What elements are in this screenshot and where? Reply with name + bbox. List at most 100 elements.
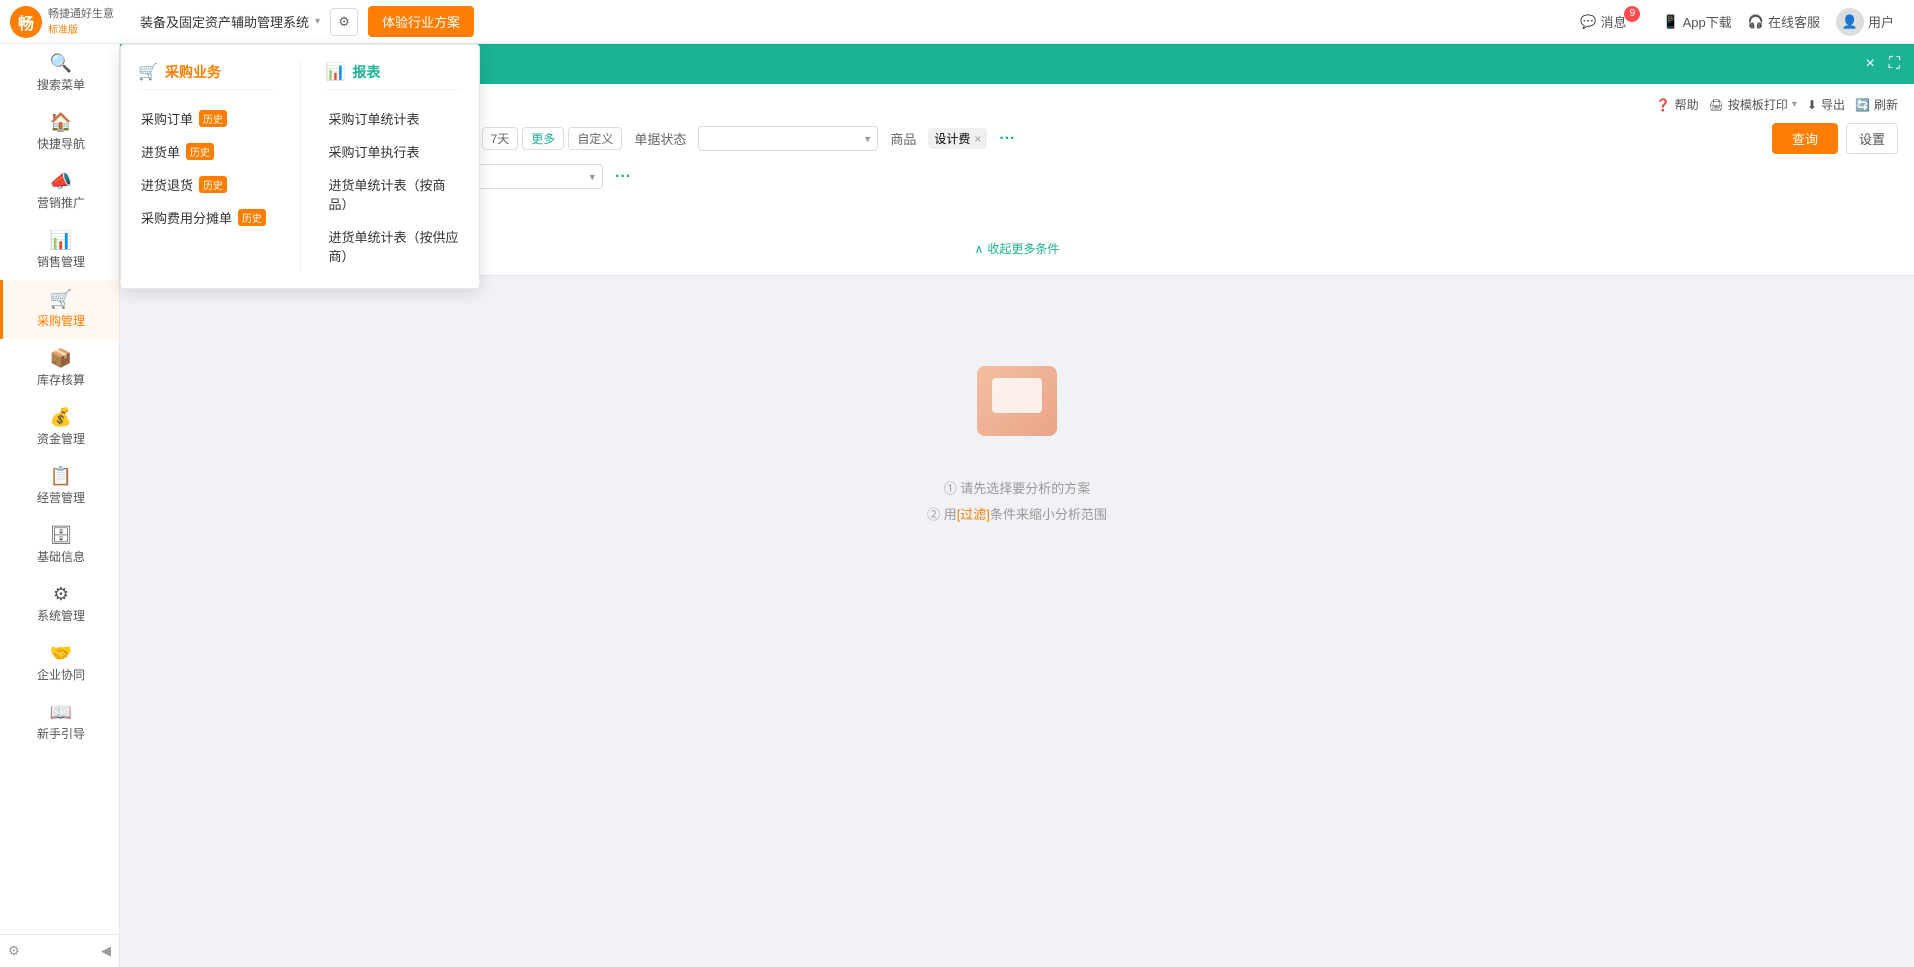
sidebar-item-label-finance: 资金管理 — [37, 430, 85, 447]
report-col-icon: 📊 — [325, 61, 347, 83]
logo-badge: 标准版 — [48, 21, 114, 36]
empty-tip1: ① 请先选择要分析的方案 — [944, 476, 1091, 502]
sidebar-item-label-home: 快捷导航 — [37, 135, 85, 152]
sidebar-bottom: ⚙ ◀ — [0, 934, 119, 967]
system-title-text: 装备及固定资产辅助管理系统 — [140, 12, 309, 31]
report-receipt-goods-label: 进货单统计表（按商品） — [329, 175, 460, 213]
purchase-business-column: 🛒 采购业务 采购订单 历史 进货单 历史 进货退货 历史 采购费用分摊单 历史 — [137, 61, 276, 272]
sidebar-item-label-search: 搜索菜单 — [37, 76, 85, 93]
sidebar-settings-icon[interactable]: ⚙ — [8, 943, 20, 959]
dropdown-item-purchase-return[interactable]: 进货退货 历史 — [137, 168, 276, 201]
empty-icon-screen — [992, 378, 1042, 413]
refresh-button[interactable]: 🔄 刷新 — [1855, 96, 1898, 113]
sidebar-collapse-icon[interactable]: ◀ — [101, 943, 111, 959]
sidebar-item-label-basic: 基础信息 — [37, 548, 85, 565]
date-custom-button[interactable]: 自定义 — [568, 127, 622, 150]
print-label: 按模板打印 — [1728, 96, 1788, 113]
report-col-title: 报表 — [353, 62, 381, 82]
filter-setting-button[interactable]: 设置 — [1846, 123, 1898, 154]
mobile-icon: 📱 — [1662, 14, 1678, 30]
system-title-arrow[interactable]: ▾ — [315, 16, 320, 27]
sidebar-item-label-inventory: 库存核算 — [37, 371, 85, 388]
sidebar-item-marketing[interactable]: 📣 营销推广 — [0, 162, 119, 221]
tab-maximize-button[interactable]: ⛶ — [1885, 51, 1904, 77]
dropdown-item-purchase-order[interactable]: 采购订单 历史 — [137, 102, 276, 135]
dropdown-item-report-receipt-goods[interactable]: 进货单统计表（按商品） — [325, 168, 464, 220]
search-icon: 🔍 — [50, 54, 72, 72]
guide-icon: 📖 — [50, 703, 72, 721]
purchase-return-label: 进货退货 — [141, 175, 193, 194]
dropdown-item-purchase-expense[interactable]: 采购费用分摊单 历史 — [137, 201, 276, 234]
purchase-expense-history-tag: 历史 — [238, 209, 266, 226]
salesperson-picker-button[interactable]: ··· — [615, 168, 631, 186]
app-download-button[interactable]: 📱 App下载 — [1662, 12, 1731, 31]
sidebar-item-inventory[interactable]: 📦 库存核算 — [0, 339, 119, 398]
empty-icon — [967, 356, 1067, 456]
headset-icon: 🎧 — [1748, 14, 1764, 30]
tab-close-button[interactable]: × — [1861, 51, 1878, 77]
sidebar-item-operations[interactable]: 📋 经营管理 — [0, 457, 119, 516]
header-right: 💬 消息 9 📱 App下载 🎧 在线客服 👤 用户 — [1580, 8, 1904, 36]
query-actions: 查询 设置 — [1772, 123, 1898, 154]
dropdown-columns: 🛒 采购业务 采购订单 历史 进货单 历史 进货退货 历史 采购费用分摊单 历史 — [137, 61, 463, 272]
report-col-header: 📊 报表 — [325, 61, 464, 90]
sidebar-item-label-marketing: 营销推广 — [37, 194, 85, 211]
inventory-icon: 📦 — [50, 349, 72, 367]
dropdown-divider — [300, 61, 301, 272]
industry-button[interactable]: 体验行业方案 — [368, 6, 474, 37]
refresh-label: 刷新 — [1874, 96, 1898, 113]
marketing-icon: 📣 — [50, 172, 72, 190]
settings-button[interactable]: ⚙ — [330, 8, 358, 36]
export-icon: ⬇ — [1807, 98, 1817, 112]
sidebar-item-purchase[interactable]: 🛒 采购管理 — [0, 280, 119, 339]
sidebar-item-system[interactable]: ⚙ 系统管理 — [0, 575, 119, 634]
avatar: 👤 — [1836, 8, 1864, 36]
sidebar-item-finance[interactable]: 💰 资金管理 — [0, 398, 119, 457]
export-button[interactable]: ⬇ 导出 — [1807, 96, 1845, 113]
tab-bar-actions: × ⛶ — [1861, 51, 1914, 77]
sidebar-item-search[interactable]: 🔍 搜索菜单 — [0, 44, 119, 103]
print-button[interactable]: 🖨 按模板打印 ▾ — [1709, 96, 1797, 113]
system-title: 装备及固定资产辅助管理系统 ▾ — [140, 12, 320, 31]
sidebar-item-label-sales: 销售管理 — [37, 253, 85, 270]
date-7days-button[interactable]: 7天 — [482, 127, 519, 150]
print-arrow: ▾ — [1792, 99, 1797, 110]
dropdown-item-report-receipt-supplier[interactable]: 进货单统计表（按供应商） — [325, 220, 464, 272]
collapse-arrow-icon: ∧ — [975, 242, 984, 256]
header-center: 装备及固定资产辅助管理系统 ▾ ⚙ 体验行业方案 — [130, 6, 1580, 37]
dropdown-item-purchase-receipt[interactable]: 进货单 历史 — [137, 135, 276, 168]
message-label: 消息 — [1600, 12, 1626, 31]
sidebar-item-sales[interactable]: 📊 销售管理 — [0, 221, 119, 280]
online-service-button[interactable]: 🎧 在线客服 — [1748, 12, 1820, 31]
user-button[interactable]: 👤 用户 — [1836, 8, 1894, 36]
sidebar-item-label-purchase: 采购管理 — [37, 312, 85, 329]
sidebar-item-collab[interactable]: 🤝 企业协同 — [0, 634, 119, 693]
dropdown-item-report-order-exec[interactable]: 采购订单执行表 — [325, 135, 464, 168]
doc-status-select[interactable] — [698, 126, 878, 151]
help-icon: ❓ — [1656, 98, 1671, 112]
message-badge: 9 — [1624, 6, 1640, 22]
sidebar-item-guide[interactable]: 📖 新手引导 — [0, 693, 119, 752]
sales-icon: 📊 — [50, 231, 72, 249]
goods-tag: 设计费 × — [928, 128, 987, 149]
sidebar-item-label-collab: 企业协同 — [37, 666, 85, 683]
empty-tip2: ② 用[过滤]条件来缩小分析范围 — [927, 502, 1107, 528]
sidebar: 🔍 搜索菜单 🏠 快捷导航 📣 营销推广 📊 销售管理 🛒 采购管理 📦 库存核… — [0, 44, 120, 967]
goods-label: 商品 — [890, 129, 916, 148]
doc-status-select-wrap — [698, 126, 878, 151]
help-button[interactable]: ❓ 帮助 — [1656, 96, 1699, 113]
export-label: 导出 — [1821, 96, 1845, 113]
dropdown-item-report-order-stat[interactable]: 采购订单统计表 — [325, 102, 464, 135]
print-icon: 🖨 — [1709, 98, 1724, 112]
goods-picker-button[interactable]: ··· — [999, 130, 1015, 148]
query-button[interactable]: 查询 — [1772, 123, 1838, 154]
goods-tag-close[interactable]: × — [974, 132, 981, 146]
date-more-button[interactable]: 更多 — [522, 127, 564, 150]
logo-title: 畅捷通好生意 — [48, 7, 114, 21]
sidebar-item-basic[interactable]: 🗄 基础信息 — [0, 516, 119, 575]
collab-icon: 🤝 — [50, 644, 72, 662]
purchase-receipt-label: 进货单 — [141, 142, 180, 161]
sidebar-item-home[interactable]: 🏠 快捷导航 — [0, 103, 119, 162]
purchase-order-label: 采购订单 — [141, 109, 193, 128]
message-button[interactable]: 💬 消息 9 — [1580, 12, 1646, 31]
